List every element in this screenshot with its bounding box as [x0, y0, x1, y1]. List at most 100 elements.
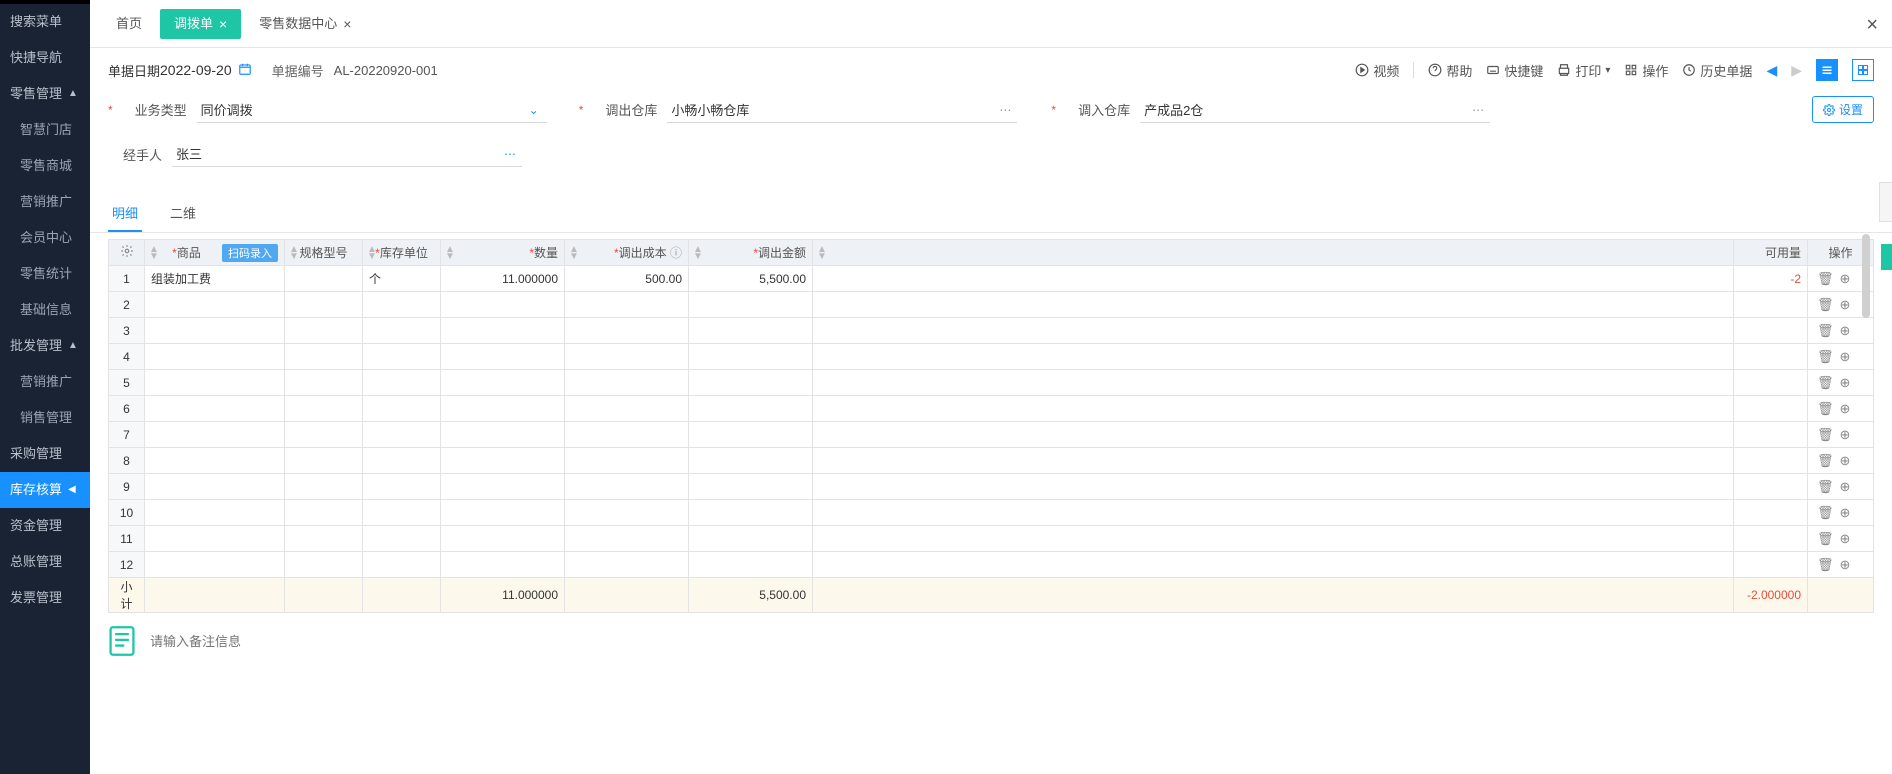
- table-row[interactable]: 10🗑⊕: [109, 500, 1874, 526]
- tab-retaildata[interactable]: 零售数据中心×: [245, 9, 365, 39]
- table-row[interactable]: 9🗑⊕: [109, 474, 1874, 500]
- scan-button[interactable]: 扫码录入: [222, 244, 278, 262]
- cell-avail[interactable]: [1734, 396, 1808, 422]
- cell-qty[interactable]: [441, 422, 565, 448]
- sidebar-item-funds[interactable]: 资金管理: [0, 508, 90, 544]
- shortcut-button[interactable]: 快捷键: [1486, 61, 1543, 80]
- cell-spec[interactable]: [285, 344, 363, 370]
- cell-product[interactable]: [145, 396, 285, 422]
- cell-cost[interactable]: [565, 370, 689, 396]
- cell-blank[interactable]: [813, 292, 1734, 318]
- cell-spec[interactable]: [285, 292, 363, 318]
- cell-amount[interactable]: [689, 318, 813, 344]
- cell-avail[interactable]: [1734, 344, 1808, 370]
- cell-qty[interactable]: [441, 552, 565, 578]
- more-icon[interactable]: ⋯: [1472, 103, 1484, 117]
- cell-cost[interactable]: [565, 344, 689, 370]
- add-row-icon[interactable]: ⊕: [1840, 531, 1851, 546]
- calendar-icon[interactable]: [238, 62, 252, 79]
- cell-spec[interactable]: [285, 370, 363, 396]
- cell-avail[interactable]: [1734, 526, 1808, 552]
- table-row[interactable]: 2🗑⊕: [109, 292, 1874, 318]
- cell-unit[interactable]: 个: [363, 266, 441, 292]
- cell-qty[interactable]: [441, 396, 565, 422]
- cell-amount[interactable]: [689, 370, 813, 396]
- col-cost[interactable]: ▲▼*调出成本 ⓘ: [565, 240, 689, 266]
- note-icon[interactable]: [108, 625, 136, 657]
- subtab-twod[interactable]: 二维: [166, 195, 200, 232]
- cell-amount[interactable]: [689, 474, 813, 500]
- cell-blank[interactable]: [813, 396, 1734, 422]
- cell-product[interactable]: [145, 500, 285, 526]
- sidebar-item-marketing[interactable]: 营销推广: [0, 184, 90, 220]
- more-icon[interactable]: ⋯: [999, 103, 1011, 117]
- sidebar-item-quicknav[interactable]: 快捷导航: [0, 40, 90, 76]
- add-row-icon[interactable]: ⊕: [1840, 401, 1851, 416]
- cell-unit[interactable]: [363, 292, 441, 318]
- more-icon[interactable]: ⋯: [504, 147, 516, 161]
- handler-input[interactable]: [172, 141, 522, 167]
- cell-product[interactable]: [145, 318, 285, 344]
- cell-qty[interactable]: [441, 474, 565, 500]
- delete-row-icon[interactable]: 🗑: [1817, 505, 1834, 520]
- add-row-icon[interactable]: ⊕: [1840, 271, 1851, 286]
- cell-product[interactable]: [145, 448, 285, 474]
- right-panel-toggle[interactable]: [1879, 182, 1892, 222]
- history-button[interactable]: 历史单据: [1682, 61, 1752, 80]
- cell-product[interactable]: [145, 422, 285, 448]
- view-list-button[interactable]: [1816, 59, 1838, 81]
- right-accent-tab[interactable]: [1881, 244, 1892, 270]
- cell-qty[interactable]: [441, 370, 565, 396]
- cell-cost[interactable]: [565, 474, 689, 500]
- cell-qty[interactable]: [441, 344, 565, 370]
- cell-cost[interactable]: [565, 318, 689, 344]
- cell-blank[interactable]: [813, 500, 1734, 526]
- cell-avail[interactable]: [1734, 370, 1808, 396]
- add-row-icon[interactable]: ⊕: [1840, 297, 1851, 312]
- delete-row-icon[interactable]: 🗑: [1817, 557, 1834, 572]
- table-row[interactable]: 8🗑⊕: [109, 448, 1874, 474]
- cell-amount[interactable]: [689, 448, 813, 474]
- table-row[interactable]: 4🗑⊕: [109, 344, 1874, 370]
- cell-spec[interactable]: [285, 318, 363, 344]
- tab-transfer[interactable]: 调拨单×: [160, 9, 241, 39]
- table-row[interactable]: 3🗑⊕: [109, 318, 1874, 344]
- cell-avail[interactable]: -2: [1734, 266, 1808, 292]
- cell-amount[interactable]: 5,500.00: [689, 266, 813, 292]
- cell-avail[interactable]: [1734, 500, 1808, 526]
- print-button[interactable]: 打印▾: [1557, 61, 1610, 80]
- add-row-icon[interactable]: ⊕: [1840, 557, 1851, 572]
- cell-unit[interactable]: [363, 526, 441, 552]
- add-row-icon[interactable]: ⊕: [1840, 505, 1851, 520]
- cell-product[interactable]: [145, 370, 285, 396]
- inwh-input[interactable]: [1140, 97, 1490, 123]
- cell-spec[interactable]: [285, 552, 363, 578]
- cell-blank[interactable]: [813, 318, 1734, 344]
- help-button[interactable]: 帮助: [1428, 61, 1472, 80]
- table-row[interactable]: 1组装加工费个11.000000500.005,500.00-2🗑⊕: [109, 266, 1874, 292]
- cell-unit[interactable]: [363, 500, 441, 526]
- cell-unit[interactable]: [363, 318, 441, 344]
- delete-row-icon[interactable]: 🗑: [1817, 375, 1834, 390]
- delete-row-icon[interactable]: 🗑: [1817, 479, 1834, 494]
- cell-blank[interactable]: [813, 422, 1734, 448]
- table-row[interactable]: 12🗑⊕: [109, 552, 1874, 578]
- add-row-icon[interactable]: ⊕: [1840, 479, 1851, 494]
- cell-unit[interactable]: [363, 474, 441, 500]
- sidebar-item-sales[interactable]: 销售管理: [0, 400, 90, 436]
- cell-amount[interactable]: [689, 552, 813, 578]
- add-row-icon[interactable]: ⊕: [1840, 375, 1851, 390]
- cell-spec[interactable]: [285, 396, 363, 422]
- cell-blank[interactable]: [813, 448, 1734, 474]
- cell-cost[interactable]: [565, 422, 689, 448]
- cell-cost[interactable]: [565, 552, 689, 578]
- cell-cost[interactable]: [565, 448, 689, 474]
- add-row-icon[interactable]: ⊕: [1840, 349, 1851, 364]
- sidebar-item-smartstore[interactable]: 智慧门店: [0, 112, 90, 148]
- cell-blank[interactable]: [813, 344, 1734, 370]
- cell-amount[interactable]: [689, 396, 813, 422]
- cell-avail[interactable]: [1734, 292, 1808, 318]
- sidebar-item-wholesale[interactable]: 批发管理▲: [0, 328, 90, 364]
- biztype-input[interactable]: [197, 97, 547, 123]
- col-amount[interactable]: ▲▼*调出金额: [689, 240, 813, 266]
